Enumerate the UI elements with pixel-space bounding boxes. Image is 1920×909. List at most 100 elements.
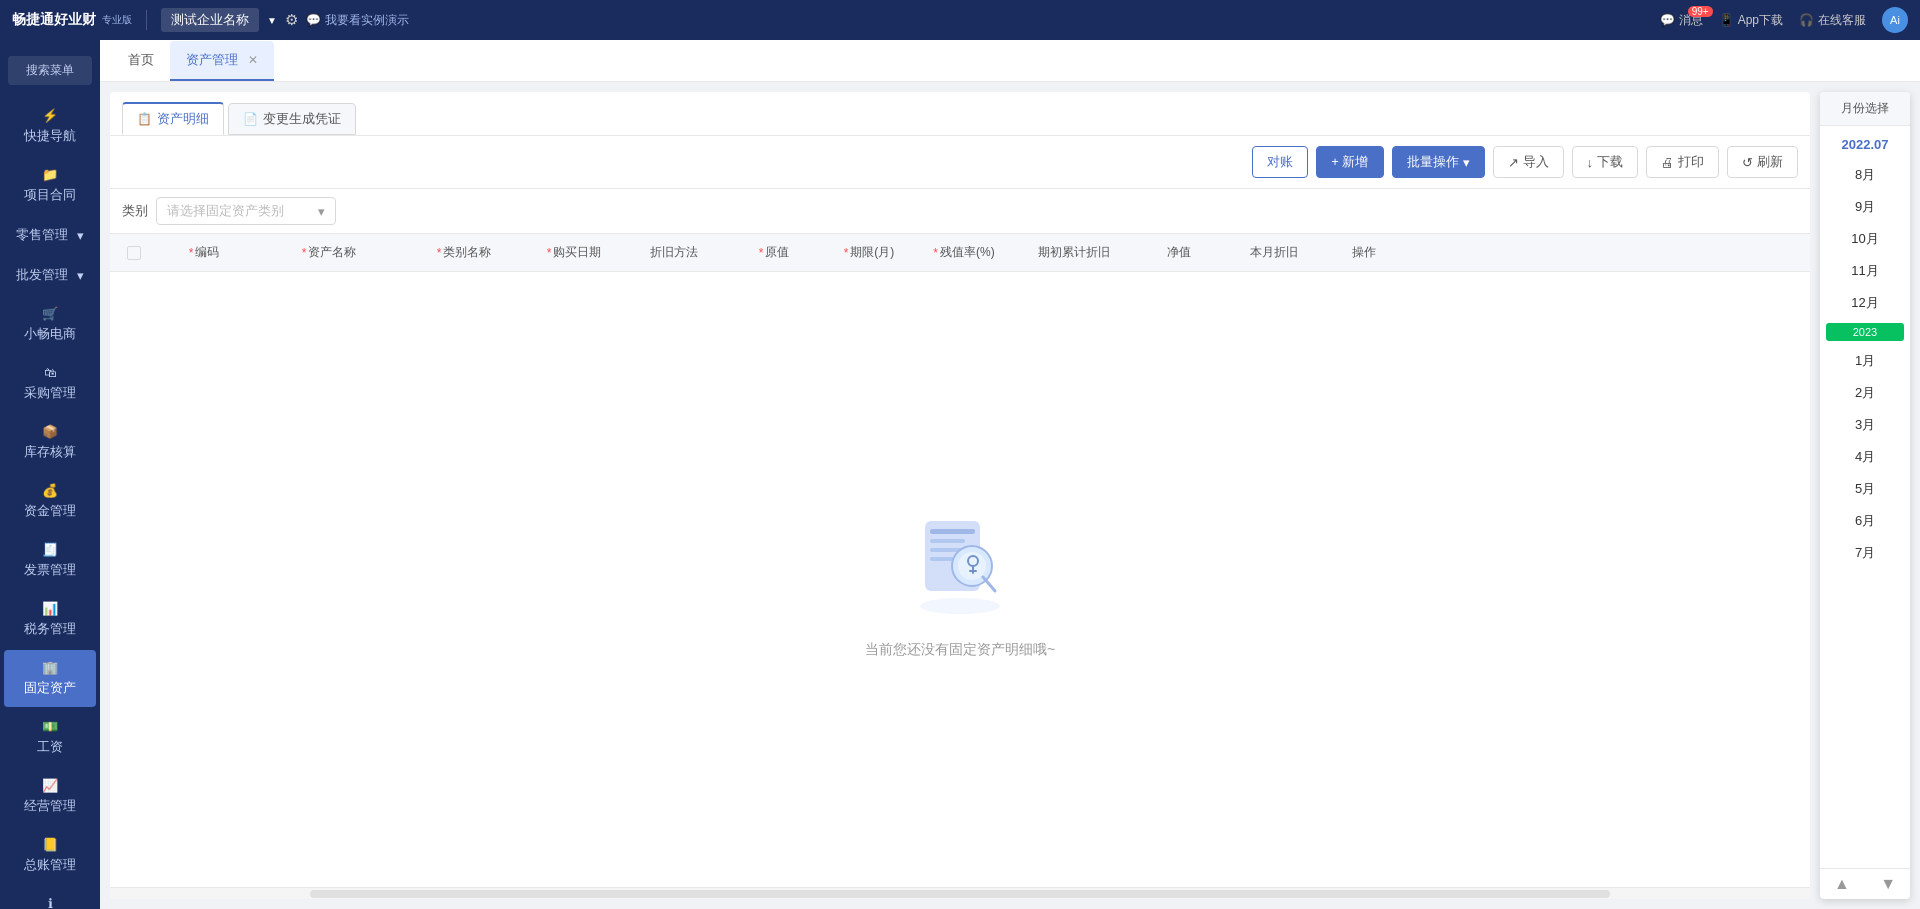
project-label: 项目合同	[24, 186, 76, 204]
user-avatar[interactable]: Ai	[1882, 7, 1908, 33]
month-item-may[interactable]: 5月	[1820, 473, 1910, 505]
month-item-jan[interactable]: 1月	[1820, 345, 1910, 377]
basic-icon: ℹ	[48, 896, 53, 909]
month-item-oct[interactable]: 10月	[1820, 223, 1910, 255]
sub-tab-voucher[interactable]: 📄 变更生成凭证	[228, 103, 356, 135]
horizontal-scrollbar[interactable]	[110, 887, 1810, 899]
page-content: 📋 资产明细 📄 变更生成凭证 对账 + 新增 批量操作 ▾	[100, 82, 1920, 909]
tab-assets-close-icon[interactable]: ✕	[248, 53, 258, 67]
toolbar: 对账 + 新增 批量操作 ▾ ↗ 导入 ↓ 下载 🖨	[110, 136, 1810, 189]
month-item-dec[interactable]: 12月	[1820, 287, 1910, 319]
top-bar-left: 畅捷通好业财 专业版 测试企业名称 ▼ ⚙ 💬 我要看实例演示	[12, 8, 1650, 32]
ecommerce-label: 小畅电商	[24, 325, 76, 343]
company-selector[interactable]: 测试企业名称	[161, 8, 259, 32]
col-code: * 编码	[154, 234, 254, 271]
month-prev-icon[interactable]: ▲	[1828, 873, 1856, 895]
sidebar-item-quicknav[interactable]: ⚡ 快捷导航	[4, 98, 96, 155]
detail-tab-label: 资产明细	[157, 110, 209, 128]
import-label: 导入	[1523, 153, 1549, 171]
month-item-nov[interactable]: 11月	[1820, 255, 1910, 287]
purchase-icon: 🛍	[44, 365, 57, 380]
month-item-jul[interactable]: 7月	[1820, 537, 1910, 569]
payroll-label: 工资	[37, 738, 63, 756]
download-icon: ↓	[1587, 155, 1594, 170]
operations-icon: 📈	[42, 778, 58, 793]
demo-link[interactable]: 💬 我要看实例演示	[306, 12, 409, 29]
top-bar-right: 💬 消息 99+ 📱 App下载 🎧 在线客服 Ai	[1660, 7, 1908, 33]
tab-assets[interactable]: 资产管理 ✕	[170, 41, 274, 81]
import-button[interactable]: ↗ 导入	[1493, 146, 1564, 178]
filter-label: 类别	[122, 202, 148, 220]
purchase-label: 采购管理	[24, 384, 76, 402]
select-all-checkbox[interactable]	[127, 246, 141, 260]
col-monthly-dep: 本月折旧	[1224, 234, 1324, 271]
scroll-track	[310, 890, 1610, 898]
sidebar-item-inventory[interactable]: 📦 库存核算	[4, 414, 96, 471]
col-action: 操作	[1324, 234, 1404, 271]
sidebar-item-invoice[interactable]: 🧾 发票管理	[4, 532, 96, 589]
add-button[interactable]: + 新增	[1316, 146, 1383, 178]
download-button[interactable]: ↓ 下载	[1572, 146, 1639, 178]
inventory-icon: 📦	[42, 424, 58, 439]
empty-illustration	[900, 501, 1020, 621]
col-period: * 期限(月)	[824, 234, 914, 271]
sidebar-item-wholesale[interactable]: 批发管理 ▾	[4, 256, 96, 294]
app-brand: 畅捷通好业财 专业版	[12, 11, 132, 29]
top-bar: 畅捷通好业财 专业版 测试企业名称 ▼ ⚙ 💬 我要看实例演示 💬 消息 99+…	[0, 0, 1920, 40]
sub-tab-detail[interactable]: 📋 资产明细	[122, 102, 224, 135]
assets-icon: 🏢	[42, 660, 58, 675]
search-menu-button[interactable]: 搜索菜单	[8, 56, 92, 85]
sidebar-item-retail[interactable]: 零售管理 ▾	[4, 216, 96, 254]
company-dropdown-icon[interactable]: ▼	[267, 15, 277, 26]
message-button[interactable]: 💬 消息 99+	[1660, 12, 1703, 29]
sub-tabs: 📋 资产明细 📄 变更生成凭证	[110, 92, 1810, 136]
finance-icon: 💰	[42, 483, 58, 498]
sidebar-item-ledger[interactable]: 📒 总账管理	[4, 827, 96, 884]
tab-home[interactable]: 首页	[112, 41, 170, 81]
filter-select[interactable]: 请选择固定资产类别 ▾	[156, 197, 336, 225]
month-item-jun[interactable]: 6月	[1820, 505, 1910, 537]
message-badge: 99+	[1688, 6, 1713, 17]
month-panel-body: 2022.07 8月 9月 10月 11月 12月 2023 1月 2月 3月 …	[1820, 126, 1910, 868]
demo-link-text: 我要看实例演示	[325, 12, 409, 29]
app-icon: 📱	[1719, 13, 1734, 27]
ledger-label: 总账管理	[24, 856, 76, 874]
sidebar-item-basic[interactable]: ℹ 基础信息	[4, 886, 96, 909]
svg-rect-3	[930, 539, 965, 543]
print-label: 打印	[1678, 153, 1704, 171]
sidebar-item-tax[interactable]: 📊 税务管理	[4, 591, 96, 648]
online-service-button[interactable]: 🎧 在线客服	[1799, 12, 1866, 29]
month-item-apr[interactable]: 4月	[1820, 441, 1910, 473]
settings-icon[interactable]: ⚙	[285, 11, 298, 29]
sidebar-item-payroll[interactable]: 💵 工资	[4, 709, 96, 766]
month-item-mar[interactable]: 3月	[1820, 409, 1910, 441]
sidebar-item-assets[interactable]: 🏢 固定资产	[4, 650, 96, 707]
sidebar-item-operations[interactable]: 📈 经营管理	[4, 768, 96, 825]
month-item-feb[interactable]: 2月	[1820, 377, 1910, 409]
sidebar-item-finance[interactable]: 💰 资金管理	[4, 473, 96, 530]
match-button[interactable]: 对账	[1252, 146, 1308, 178]
sidebar-item-project[interactable]: 📁 项目合同	[4, 157, 96, 214]
refresh-button[interactable]: ↺ 刷新	[1727, 146, 1798, 178]
batch-button[interactable]: 批量操作 ▾	[1392, 146, 1485, 178]
sidebar-item-ecommerce[interactable]: 🛒 小畅电商	[4, 296, 96, 353]
app-download-button[interactable]: 📱 App下载	[1719, 12, 1783, 29]
online-service-label: 在线客服	[1818, 12, 1866, 29]
print-button[interactable]: 🖨 打印	[1646, 146, 1719, 178]
sidebar: 搜索菜单 ⚡ 快捷导航 📁 项目合同 零售管理 ▾ 批发管理 ▾ 🛒 小畅电商 …	[0, 40, 100, 909]
batch-dropdown-icon: ▾	[1463, 155, 1470, 170]
month-panel-nav: ▲ ▼	[1820, 868, 1910, 899]
month-item-sep[interactable]: 9月	[1820, 191, 1910, 223]
avatar-text: Ai	[1890, 14, 1900, 26]
detail-tab-icon: 📋	[137, 112, 152, 126]
invoice-icon: 🧾	[42, 542, 58, 557]
month-panel-title: 月份选择	[1841, 101, 1889, 115]
month-year-2022[interactable]: 2022.07	[1820, 130, 1910, 159]
content-area: 首页 资产管理 ✕ 📋 资产明细 📄 变更生成凭证	[100, 40, 1920, 909]
month-next-icon[interactable]: ▼	[1874, 873, 1902, 895]
filter-arrow-icon: ▾	[318, 204, 325, 219]
main-panel: 📋 资产明细 📄 变更生成凭证 对账 + 新增 批量操作 ▾	[110, 92, 1810, 899]
app-title: 畅捷通好业财	[12, 11, 96, 29]
sidebar-item-purchase[interactable]: 🛍 采购管理	[4, 355, 96, 412]
month-item-aug[interactable]: 8月	[1820, 159, 1910, 191]
